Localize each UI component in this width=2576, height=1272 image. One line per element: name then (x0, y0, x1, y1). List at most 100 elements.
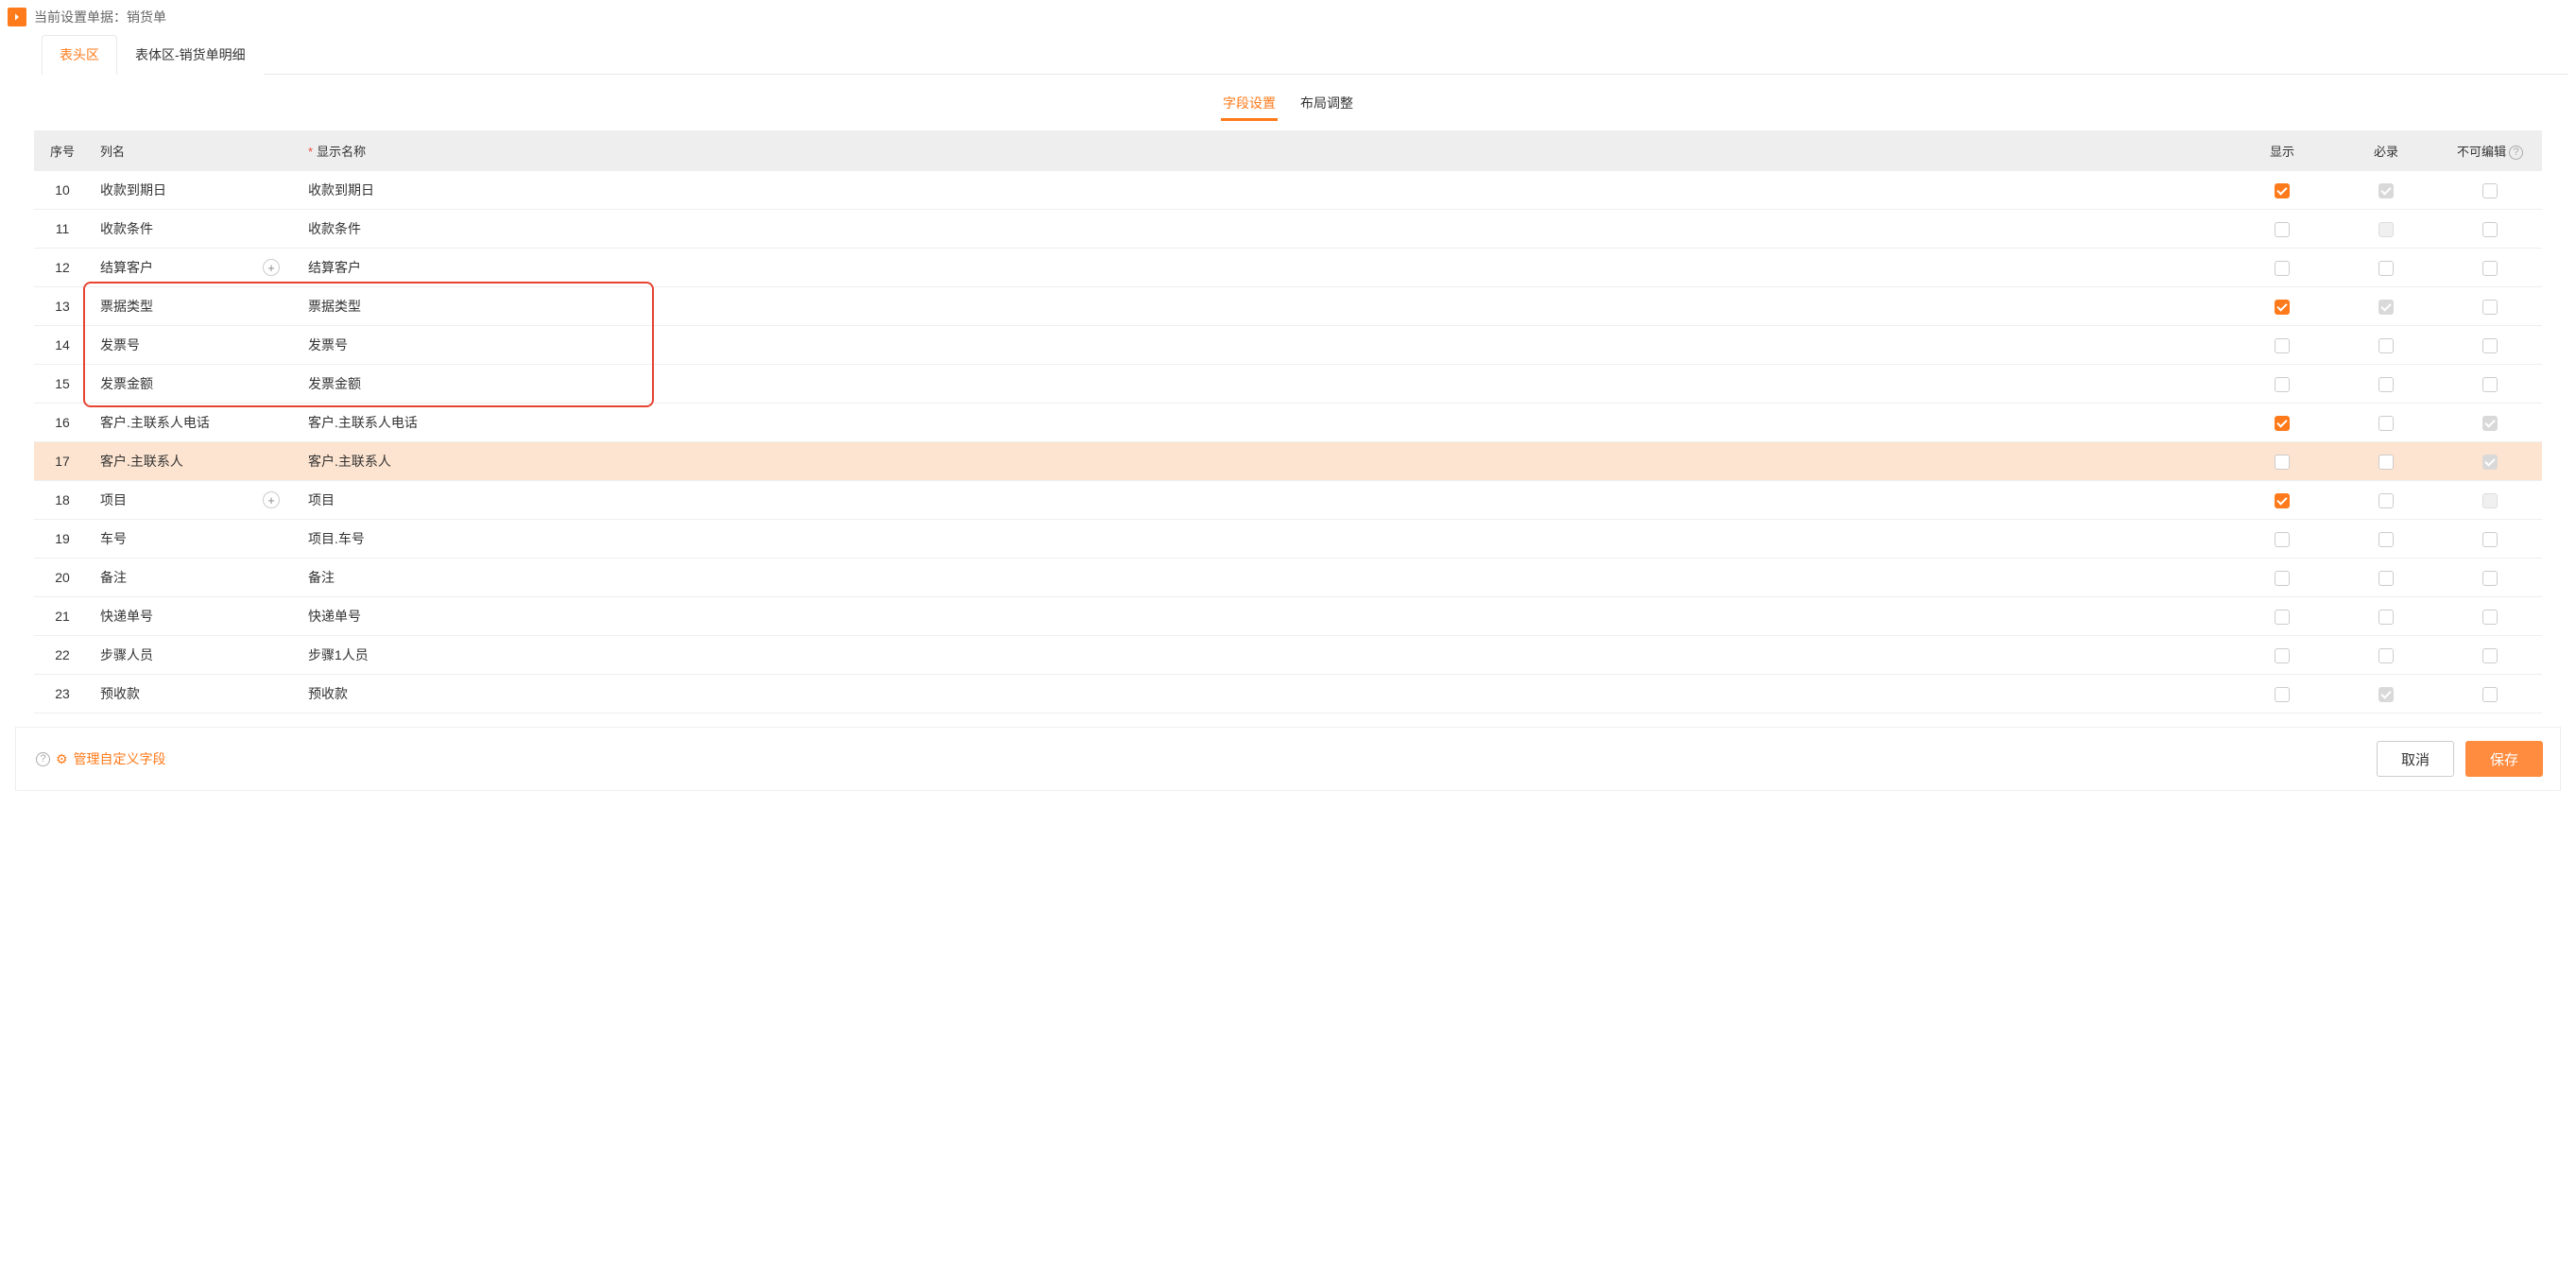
row-column-name: 发票号 (100, 335, 140, 354)
table-row[interactable]: 22步骤人员步骤1人员 (34, 636, 2542, 675)
col-required-header: 必录 (2334, 130, 2438, 171)
add-sub-field-button[interactable]: + (263, 259, 280, 276)
footer-bar: ? ⚙ 管理自定义字段 取消 保存 (15, 727, 2561, 791)
row-display-name[interactable]: 客户.主联系人 (299, 442, 2230, 481)
readonly-checkbox[interactable] (2482, 532, 2498, 547)
chevron-right-icon (11, 11, 23, 23)
col-show-header: 显示 (2230, 130, 2334, 171)
tab-body-area[interactable]: 表体区-销货单明细 (117, 35, 264, 75)
table-row[interactable]: 20备注备注 (34, 559, 2542, 597)
col-displayname-header: *显示名称 (299, 130, 2230, 171)
row-seq: 18 (34, 481, 91, 520)
show-checkbox[interactable] (2275, 687, 2290, 702)
tab-header-area[interactable]: 表头区 (42, 35, 117, 75)
readonly-checkbox[interactable] (2482, 377, 2498, 392)
add-sub-field-button[interactable]: + (263, 491, 280, 508)
show-checkbox[interactable] (2275, 300, 2290, 315)
show-checkbox[interactable] (2275, 222, 2290, 237)
row-seq: 22 (34, 636, 91, 675)
row-display-name[interactable]: 结算客户 (299, 249, 2230, 287)
show-checkbox[interactable] (2275, 610, 2290, 625)
table-row[interactable]: 11收款条件收款条件 (34, 210, 2542, 249)
readonly-checkbox[interactable] (2482, 687, 2498, 702)
row-seq: 14 (34, 326, 91, 365)
help-icon[interactable]: ? (36, 752, 50, 766)
required-checkbox (2379, 300, 2394, 315)
title-bar: 当前设置单据：销货单 (8, 0, 2568, 34)
row-display-name[interactable]: 收款到期日 (299, 171, 2230, 210)
show-checkbox[interactable] (2275, 183, 2290, 198)
row-display-name[interactable]: 票据类型 (299, 287, 2230, 326)
row-column-name: 备注 (100, 568, 127, 587)
row-column-name: 发票金额 (100, 374, 153, 393)
table-row[interactable]: 14 发票号 发票号 (34, 326, 2542, 365)
row-display-name[interactable]: 发票金额 (299, 365, 2230, 404)
show-checkbox[interactable] (2275, 261, 2290, 276)
row-display-name[interactable]: 发票号 (299, 326, 2230, 365)
row-display-name[interactable]: 备注 (299, 559, 2230, 597)
readonly-checkbox[interactable] (2482, 183, 2498, 198)
row-seq: 23 (34, 675, 91, 713)
required-checkbox[interactable] (2379, 338, 2394, 353)
row-display-name[interactable]: 步骤1人员 (299, 636, 2230, 675)
table-row[interactable]: 21快递单号快递单号 (34, 597, 2542, 636)
required-checkbox[interactable] (2379, 261, 2394, 276)
row-seq: 17 (34, 442, 91, 481)
table-row[interactable]: 16客户.主联系人电话客户.主联系人电话 (34, 404, 2542, 442)
show-checkbox[interactable] (2275, 532, 2290, 547)
required-checkbox[interactable] (2379, 648, 2394, 663)
readonly-checkbox[interactable] (2482, 610, 2498, 625)
row-display-name[interactable]: 客户.主联系人电话 (299, 404, 2230, 442)
readonly-checkbox[interactable] (2482, 300, 2498, 315)
col-seq-header: 序号 (34, 130, 91, 171)
expand-toggle[interactable] (8, 8, 26, 26)
table-row[interactable]: 10收款到期日收款到期日 (34, 171, 2542, 210)
show-checkbox[interactable] (2275, 571, 2290, 586)
table-row[interactable]: 18项目+项目 (34, 481, 2542, 520)
show-checkbox[interactable] (2275, 493, 2290, 508)
row-column-name: 票据类型 (100, 297, 153, 316)
table-row[interactable]: 19车号项目.车号 (34, 520, 2542, 559)
required-checkbox[interactable] (2379, 610, 2394, 625)
table-row[interactable]: 12结算客户+结算客户 (34, 249, 2542, 287)
required-checkbox[interactable] (2379, 571, 2394, 586)
row-column-name: 结算客户 (100, 258, 153, 277)
row-display-name[interactable]: 快递单号 (299, 597, 2230, 636)
required-checkbox[interactable] (2379, 377, 2394, 392)
readonly-checkbox[interactable] (2482, 222, 2498, 237)
readonly-checkbox[interactable] (2482, 571, 2498, 586)
row-column-name: 预收款 (100, 684, 140, 703)
row-seq: 13 (34, 287, 91, 326)
show-checkbox[interactable] (2275, 377, 2290, 392)
readonly-checkbox[interactable] (2482, 338, 2498, 353)
readonly-checkbox[interactable] (2482, 261, 2498, 276)
row-seq: 10 (34, 171, 91, 210)
show-checkbox[interactable] (2275, 338, 2290, 353)
row-column-name: 快递单号 (100, 607, 153, 626)
show-checkbox[interactable] (2275, 455, 2290, 470)
table-row[interactable]: 15发票金额发票金额 (34, 365, 2542, 404)
required-checkbox[interactable] (2379, 416, 2394, 431)
row-display-name[interactable]: 项目.车号 (299, 520, 2230, 559)
table-row[interactable]: 17客户.主联系人客户.主联系人 (34, 442, 2542, 481)
readonly-checkbox[interactable] (2482, 648, 2498, 663)
row-display-name[interactable]: 收款条件 (299, 210, 2230, 249)
manage-custom-fields-link[interactable]: 管理自定义字段 (74, 749, 166, 768)
required-checkbox[interactable] (2379, 532, 2394, 547)
gear-icon: ⚙ (56, 751, 68, 767)
required-checkbox (2379, 687, 2394, 702)
table-row[interactable]: 23 预收款 预收款 (34, 675, 2542, 713)
tab-layout-adjust[interactable]: 布局调整 (1298, 88, 1355, 121)
table-row[interactable]: 13 票据类型 票据类型 (34, 287, 2542, 326)
tab-field-settings[interactable]: 字段设置 (1221, 88, 1278, 121)
show-checkbox[interactable] (2275, 416, 2290, 431)
row-display-name[interactable]: 预收款 (299, 675, 2230, 713)
col-readonly-header: 不可编辑? (2438, 130, 2542, 171)
required-checkbox[interactable] (2379, 493, 2394, 508)
save-button[interactable]: 保存 (2465, 741, 2543, 777)
cancel-button[interactable]: 取消 (2377, 741, 2454, 777)
show-checkbox[interactable] (2275, 648, 2290, 663)
row-display-name[interactable]: 项目 (299, 481, 2230, 520)
help-icon[interactable]: ? (2509, 146, 2523, 160)
required-checkbox[interactable] (2379, 455, 2394, 470)
